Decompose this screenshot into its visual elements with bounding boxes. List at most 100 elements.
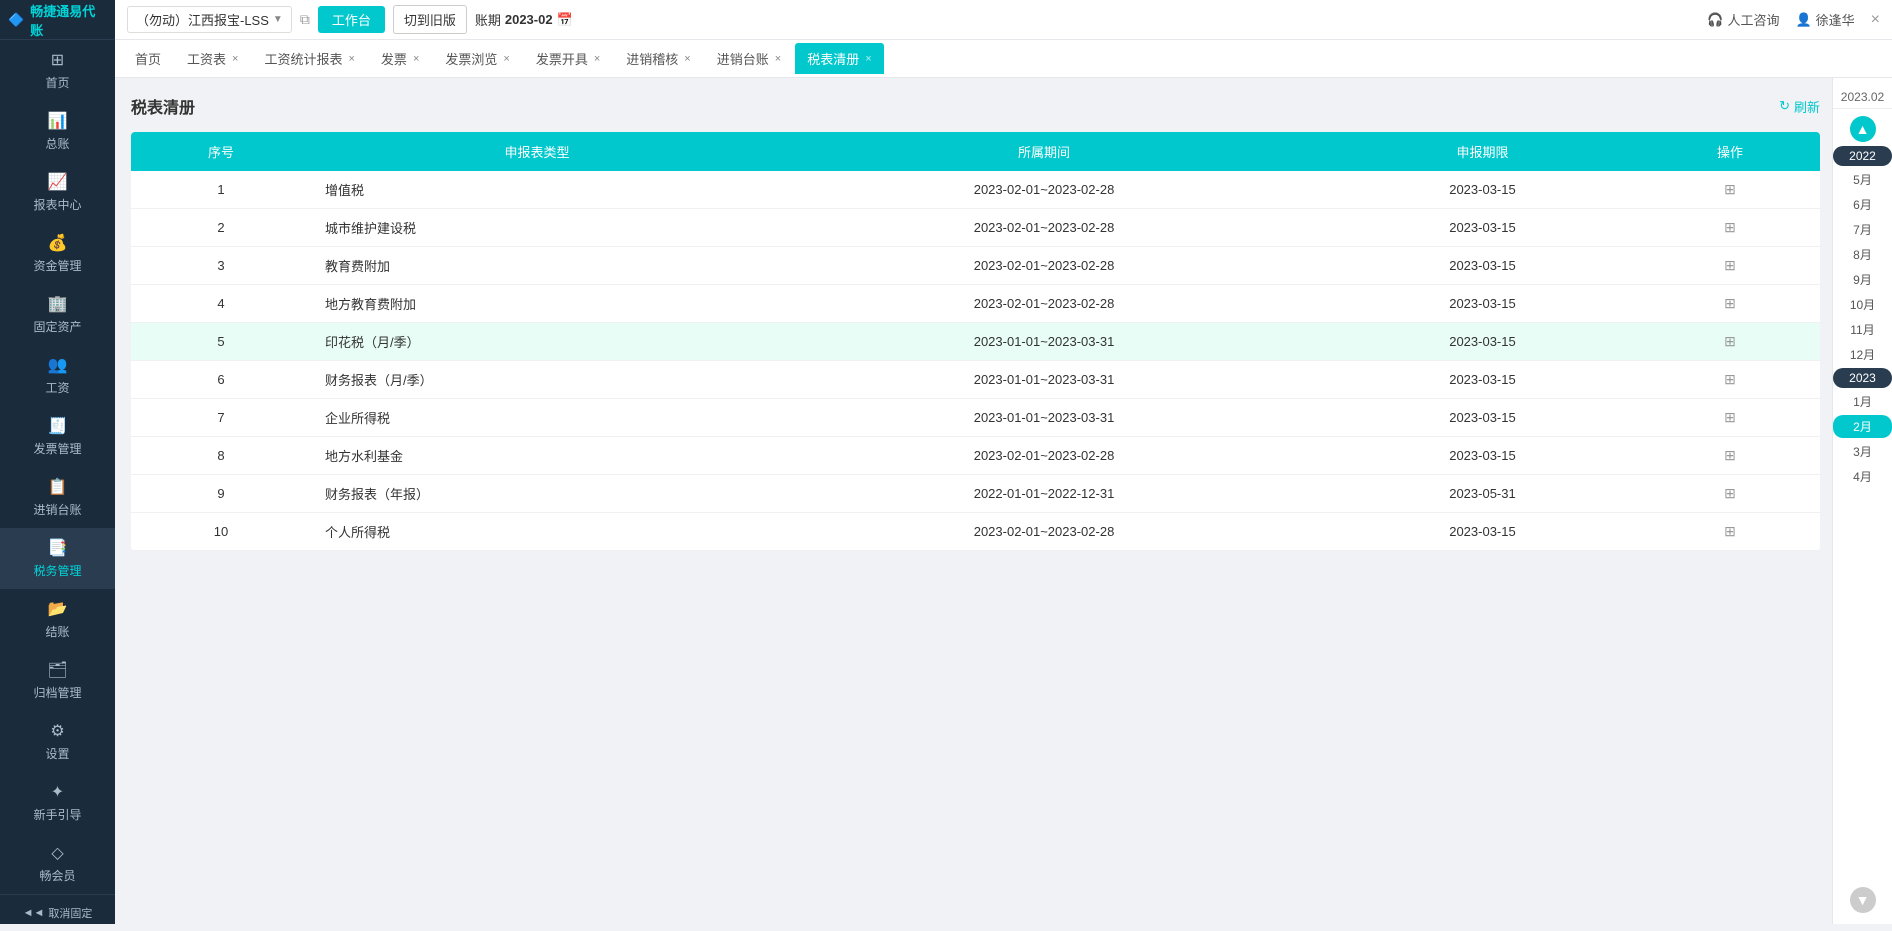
timeline-month-2023-3月[interactable]: 3月 — [1833, 440, 1892, 463]
timeline-month-2022-12月[interactable]: 12月 — [1833, 343, 1892, 366]
cell-action[interactable]: ⊞ — [1640, 513, 1820, 551]
action-icon[interactable]: ⊞ — [1724, 219, 1736, 235]
payroll-icon: 👥 — [48, 355, 68, 375]
sidebar-label-home: 首页 — [45, 74, 69, 91]
timeline-month-2022-7月[interactable]: 7月 — [1833, 218, 1892, 241]
tab-invoice-browse[interactable]: 发票浏览 × — [433, 43, 521, 74]
sidebar-item-invoice[interactable]: 🧾 发票管理 — [0, 406, 115, 467]
tab-invoice[interactable]: 发票× — [369, 43, 431, 74]
tab-payroll-stats[interactable]: 工资统计报表× — [252, 43, 366, 74]
tab-purchase-review[interactable]: 进销稽核× — [614, 43, 702, 74]
tab-payroll[interactable]: 工资表× — [175, 43, 250, 74]
close-button[interactable]: × — [1871, 11, 1880, 29]
content-area: 税表清册 ↻ 刷新 序号申报表类型所属期间申报期限操作 1 增值税 2023-0… — [115, 78, 1892, 924]
action-icon[interactable]: ⊞ — [1724, 295, 1736, 311]
sidebar-item-settle[interactable]: 📂 结账 — [0, 589, 115, 650]
cell-action[interactable]: ⊞ — [1640, 475, 1820, 513]
timeline-year-2023[interactable]: 2023 — [1833, 368, 1892, 388]
user-menu[interactable]: 👤 徐逢华 — [1795, 10, 1854, 29]
timeline-month-2022-11月[interactable]: 11月 — [1833, 318, 1892, 341]
action-icon[interactable]: ⊞ — [1724, 371, 1736, 387]
archive-icon: 🗂 — [47, 660, 67, 680]
switch-old-button[interactable]: 切到旧版 — [393, 5, 467, 34]
tab-close-payroll[interactable]: × — [232, 53, 238, 65]
action-icon[interactable]: ⊞ — [1724, 333, 1736, 349]
cell-deadline: 2023-03-15 — [1325, 399, 1640, 437]
period-value: 2023-02 — [505, 12, 553, 27]
timeline-month-2022-10月[interactable]: 10月 — [1833, 293, 1892, 316]
table-row: 2 城市维护建设税 2023-02-01~2023-02-28 2023-03-… — [131, 209, 1820, 247]
cell-action[interactable]: ⊞ — [1640, 247, 1820, 285]
report-icon: 📈 — [48, 172, 68, 192]
cell-deadline: 2023-03-15 — [1325, 209, 1640, 247]
cell-action[interactable]: ⊞ — [1640, 171, 1820, 209]
scroll-up-button[interactable]: ▲ — [1850, 116, 1876, 142]
refresh-button[interactable]: ↻ 刷新 — [1779, 97, 1820, 116]
company-selector[interactable]: （勿动）江西报宝-LSS ▼ — [127, 6, 292, 33]
cell-period: 2023-02-01~2023-02-28 — [763, 285, 1325, 323]
action-icon[interactable]: ⊞ — [1724, 257, 1736, 273]
scroll-down-button[interactable]: ▼ — [1850, 887, 1876, 913]
tab-home[interactable]: 首页 — [123, 43, 173, 74]
sidebar-item-member[interactable]: ◇ 畅会员 — [0, 833, 115, 894]
timeline-year-2022[interactable]: 2022 — [1833, 146, 1892, 166]
tab-close-invoice-browse[interactable]: × — [503, 53, 509, 65]
timeline-month-2023-2月[interactable]: 2月 — [1833, 415, 1892, 438]
tab-tax-list[interactable]: 税表清册 × — [795, 43, 883, 74]
cell-action[interactable]: ⊞ — [1640, 361, 1820, 399]
cell-deadline: 2023-03-15 — [1325, 513, 1640, 551]
sidebar-item-home[interactable]: ⊞ 首页 — [0, 40, 115, 101]
tab-close-purchase-review[interactable]: × — [684, 53, 690, 65]
cell-deadline: 2023-05-31 — [1325, 475, 1640, 513]
tab-close-tax-list[interactable]: × — [865, 53, 871, 65]
ai-consult-button[interactable]: 🎧 人工咨询 — [1707, 10, 1779, 29]
timeline-month-2022-5月[interactable]: 5月 — [1833, 168, 1892, 191]
cell-period: 2023-01-01~2023-03-31 — [763, 399, 1325, 437]
unpin-button[interactable]: ◄◄ 取消固定 — [0, 894, 115, 931]
cell-deadline: 2023-03-15 — [1325, 323, 1640, 361]
cell-period: 2023-02-01~2023-02-28 — [763, 437, 1325, 475]
cell-action[interactable]: ⊞ — [1640, 323, 1820, 361]
timeline-month-2022-8月[interactable]: 8月 — [1833, 243, 1892, 266]
sidebar-item-tax[interactable]: 📑 税务管理 — [0, 528, 115, 589]
timeline-month-2022-6月[interactable]: 6月 — [1833, 193, 1892, 216]
sidebar-item-ledger[interactable]: 📊 总账 — [0, 101, 115, 162]
tab-label-tax-list: 税表清册 — [807, 49, 859, 68]
sidebar-label-fund: 资金管理 — [33, 257, 81, 274]
tabbar: 首页工资表×工资统计报表×发票×发票浏览×发票开具×进销稽核×进销台账×税表清册… — [115, 40, 1892, 78]
cell-period: 2023-02-01~2023-02-28 — [763, 171, 1325, 209]
copy-icon[interactable]: ⧉ — [300, 11, 310, 28]
col-header-操作: 操作 — [1640, 132, 1820, 171]
sidebar-item-purchase[interactable]: 📋 进销台账 — [0, 467, 115, 528]
sidebar-item-report[interactable]: 📈 报表中心 — [0, 162, 115, 223]
sidebar-item-payroll[interactable]: 👥 工资 — [0, 345, 115, 406]
cell-action[interactable]: ⊞ — [1640, 437, 1820, 475]
cell-action[interactable]: ⊞ — [1640, 209, 1820, 247]
tab-label-invoice-browse: 发票浏览 — [445, 49, 497, 68]
work-station-button[interactable]: 工作台 — [318, 6, 385, 33]
action-icon[interactable]: ⊞ — [1724, 447, 1736, 463]
sidebar-label-purchase: 进销台账 — [33, 501, 81, 518]
action-icon[interactable]: ⊞ — [1724, 485, 1736, 501]
tab-close-invoice[interactable]: × — [413, 53, 419, 65]
cell-action[interactable]: ⊞ — [1640, 285, 1820, 323]
sidebar-item-guide[interactable]: ✦ 新手引导 — [0, 772, 115, 833]
tab-purchase-ledger[interactable]: 进销台账× — [705, 43, 793, 74]
sidebar-item-archive[interactable]: 🗂 归档管理 — [0, 650, 115, 711]
action-icon[interactable]: ⊞ — [1724, 409, 1736, 425]
action-icon[interactable]: ⊞ — [1724, 181, 1736, 197]
sidebar-item-assets[interactable]: 🏢 固定资产 — [0, 284, 115, 345]
action-icon[interactable]: ⊞ — [1724, 523, 1736, 539]
sidebar-item-fund[interactable]: 💰 资金管理 — [0, 223, 115, 284]
tab-invoice-open[interactable]: 发票开具× — [524, 43, 612, 74]
tab-close-invoice-open[interactable]: × — [594, 53, 600, 65]
timeline-month-2023-1月[interactable]: 1月 — [1833, 390, 1892, 413]
sidebar-label-assets: 固定资产 — [33, 318, 81, 335]
tab-close-purchase-ledger[interactable]: × — [775, 53, 781, 65]
cell-action[interactable]: ⊞ — [1640, 399, 1820, 437]
timeline-month-2023-4月[interactable]: 4月 — [1833, 465, 1892, 488]
tab-close-payroll-stats[interactable]: × — [348, 53, 354, 65]
timeline-month-2022-9月[interactable]: 9月 — [1833, 268, 1892, 291]
calendar-icon[interactable]: 📅 — [557, 12, 573, 28]
sidebar-item-settings[interactable]: ⚙ 设置 — [0, 711, 115, 772]
